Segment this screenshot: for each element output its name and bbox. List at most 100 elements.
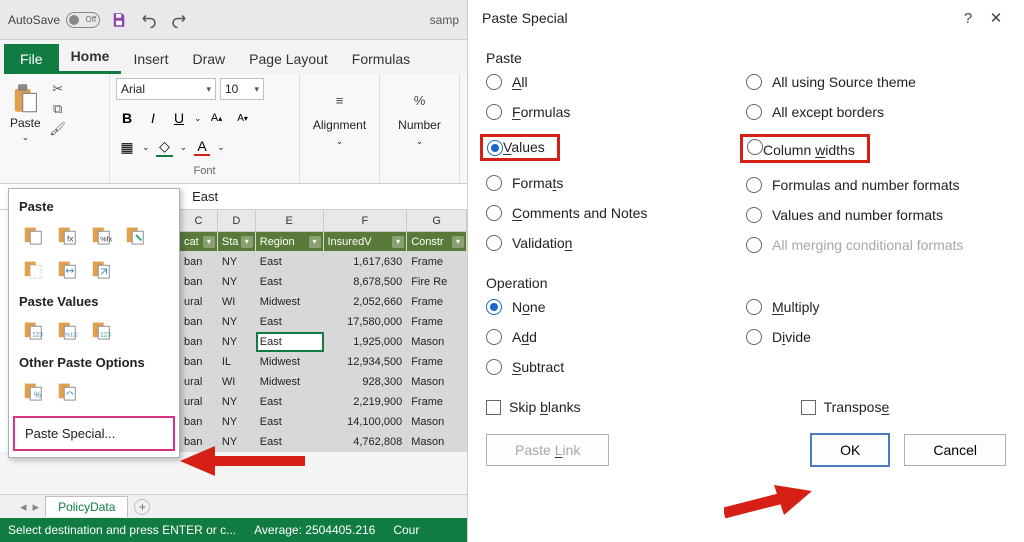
cell[interactable]: 17,580,000 <box>324 312 408 332</box>
font-color-button[interactable]: A <box>191 136 213 158</box>
format-painter-icon[interactable]: 🖌 <box>49 120 67 138</box>
cell[interactable]: ural <box>180 372 218 392</box>
paste-button[interactable]: Paste ⌄ <box>6 78 45 147</box>
help-icon[interactable]: ? <box>954 10 982 27</box>
table-row[interactable]: uralWIMidwest2,052,660Frame <box>180 292 467 312</box>
cell[interactable]: Frame <box>407 352 467 372</box>
tab-insert[interactable]: Insert <box>121 44 180 74</box>
font-grow-button[interactable]: A▴ <box>206 107 228 129</box>
cell[interactable]: ban <box>180 332 218 352</box>
close-icon[interactable]: ✕ <box>982 9 1010 27</box>
paste-transpose-icon[interactable] <box>87 254 115 282</box>
cell[interactable]: 14,100,000 <box>324 412 408 432</box>
table-header[interactable]: Region <box>256 232 324 252</box>
paste-radio[interactable]: Formulas and number formats <box>746 177 1006 193</box>
operation-radio[interactable]: Add <box>486 329 746 345</box>
cell[interactable]: East <box>256 252 324 272</box>
save-icon[interactable] <box>108 9 130 31</box>
cell[interactable]: East <box>256 312 324 332</box>
cell[interactable]: ural <box>180 392 218 412</box>
formula-bar[interactable]: East <box>186 189 467 204</box>
cell[interactable]: Mason <box>407 372 467 392</box>
cell[interactable]: Midwest <box>256 292 324 312</box>
cell[interactable]: ban <box>180 252 218 272</box>
paste-values-numfmt-icon[interactable]: %123 <box>53 315 81 343</box>
operation-radio[interactable]: Subtract <box>486 359 746 375</box>
sheet-nav-prev[interactable]: ◂ <box>20 499 27 515</box>
paste-keep-source-icon[interactable] <box>121 220 149 248</box>
paste-special-menuitem[interactable]: Paste Special... <box>13 416 175 451</box>
cell[interactable]: IL <box>218 352 256 372</box>
cell[interactable]: ban <box>180 312 218 332</box>
table-row[interactable]: banNYEast8,678,500Fire Re <box>180 272 467 292</box>
cell[interactable]: Mason <box>407 432 467 452</box>
tab-file[interactable]: File <box>4 44 59 74</box>
cell[interactable]: 8,678,500 <box>324 272 408 292</box>
add-sheet-button[interactable]: + <box>134 499 150 515</box>
tab-formulas[interactable]: Formulas <box>340 44 422 74</box>
copy-icon[interactable]: ⧉ <box>49 100 67 118</box>
paste-radio[interactable]: Comments and Notes <box>486 205 746 221</box>
table-header[interactable]: cat <box>180 232 218 252</box>
table-row[interactable]: banILMidwest12,934,500Frame <box>180 352 467 372</box>
table-row[interactable]: banNYEast14,100,000Mason <box>180 412 467 432</box>
ok-button[interactable]: OK <box>810 433 890 467</box>
autosave-toggle[interactable]: Off <box>66 12 100 28</box>
table-header[interactable]: Sta <box>218 232 256 252</box>
cell[interactable]: Midwest <box>256 352 324 372</box>
cell[interactable]: NY <box>218 432 256 452</box>
cell[interactable]: ban <box>180 352 218 372</box>
cell[interactable]: NY <box>218 412 256 432</box>
cell[interactable]: ural <box>180 292 218 312</box>
transpose-checkbox[interactable]: Transpose <box>801 399 890 415</box>
cell[interactable]: 2,052,660 <box>324 292 408 312</box>
italic-button[interactable]: I <box>142 107 164 129</box>
paste-radio[interactable]: All except borders <box>746 104 1006 120</box>
cell[interactable]: East <box>256 392 324 412</box>
cell[interactable]: East <box>256 272 324 292</box>
redo-icon[interactable] <box>168 9 190 31</box>
cell[interactable]: WI <box>218 372 256 392</box>
alignment-button[interactable]: ≡ Alignment ⌄ <box>306 78 373 147</box>
cell[interactable]: Frame <box>407 312 467 332</box>
font-size-select[interactable]: 10 <box>220 78 264 100</box>
paste-radio[interactable]: Validation <box>486 235 746 251</box>
cell[interactable]: East <box>256 432 324 452</box>
paste-noborders-icon[interactable] <box>19 254 47 282</box>
paste-radio[interactable]: Formulas <box>486 104 746 120</box>
cell[interactable]: 1,925,000 <box>324 332 408 352</box>
paste-values-srcfmt-icon[interactable]: 123 <box>87 315 115 343</box>
paste-radio[interactable]: Formats <box>486 175 746 191</box>
underline-button[interactable]: U <box>168 107 190 129</box>
cell[interactable]: NY <box>218 272 256 292</box>
table-header[interactable]: InsuredV <box>324 232 408 252</box>
cell[interactable]: East <box>256 332 324 352</box>
cell[interactable]: Mason <box>407 412 467 432</box>
paste-formulas-numfmt-icon[interactable]: %fx <box>87 220 115 248</box>
paste-radio[interactable]: All using Source theme <box>746 74 1006 90</box>
cell[interactable]: WI <box>218 292 256 312</box>
cell[interactable]: 1,617,630 <box>324 252 408 272</box>
cell[interactable]: Frame <box>407 252 467 272</box>
paste-link-icon[interactable] <box>53 376 81 404</box>
paste-formulas-icon[interactable]: fx <box>53 220 81 248</box>
paste-values-icon[interactable]: 123 <box>19 315 47 343</box>
paste-radio[interactable]: Values <box>486 134 746 161</box>
cut-icon[interactable]: ✂ <box>49 80 67 98</box>
cell[interactable]: NY <box>218 392 256 412</box>
table-row[interactable]: banNYEast17,580,000Frame <box>180 312 467 332</box>
sheet-nav-next[interactable]: ▸ <box>33 499 40 515</box>
number-button[interactable]: % Number ⌄ <box>386 78 453 147</box>
cell[interactable]: ban <box>180 412 218 432</box>
undo-icon[interactable] <box>138 9 160 31</box>
table-header[interactable]: Constr <box>407 232 467 252</box>
paste-radio[interactable]: Values and number formats <box>746 207 1006 223</box>
sheet-tab[interactable]: PolicyData <box>45 496 128 517</box>
table-row[interactable]: banNYEast4,762,808Mason <box>180 432 467 452</box>
cell[interactable]: 928,300 <box>324 372 408 392</box>
table-row[interactable]: banNYEast1,617,630Frame <box>180 252 467 272</box>
cell[interactable]: NY <box>218 252 256 272</box>
cell[interactable]: ban <box>180 272 218 292</box>
cell[interactable]: Frame <box>407 392 467 412</box>
font-name-select[interactable]: Arial <box>116 78 216 100</box>
